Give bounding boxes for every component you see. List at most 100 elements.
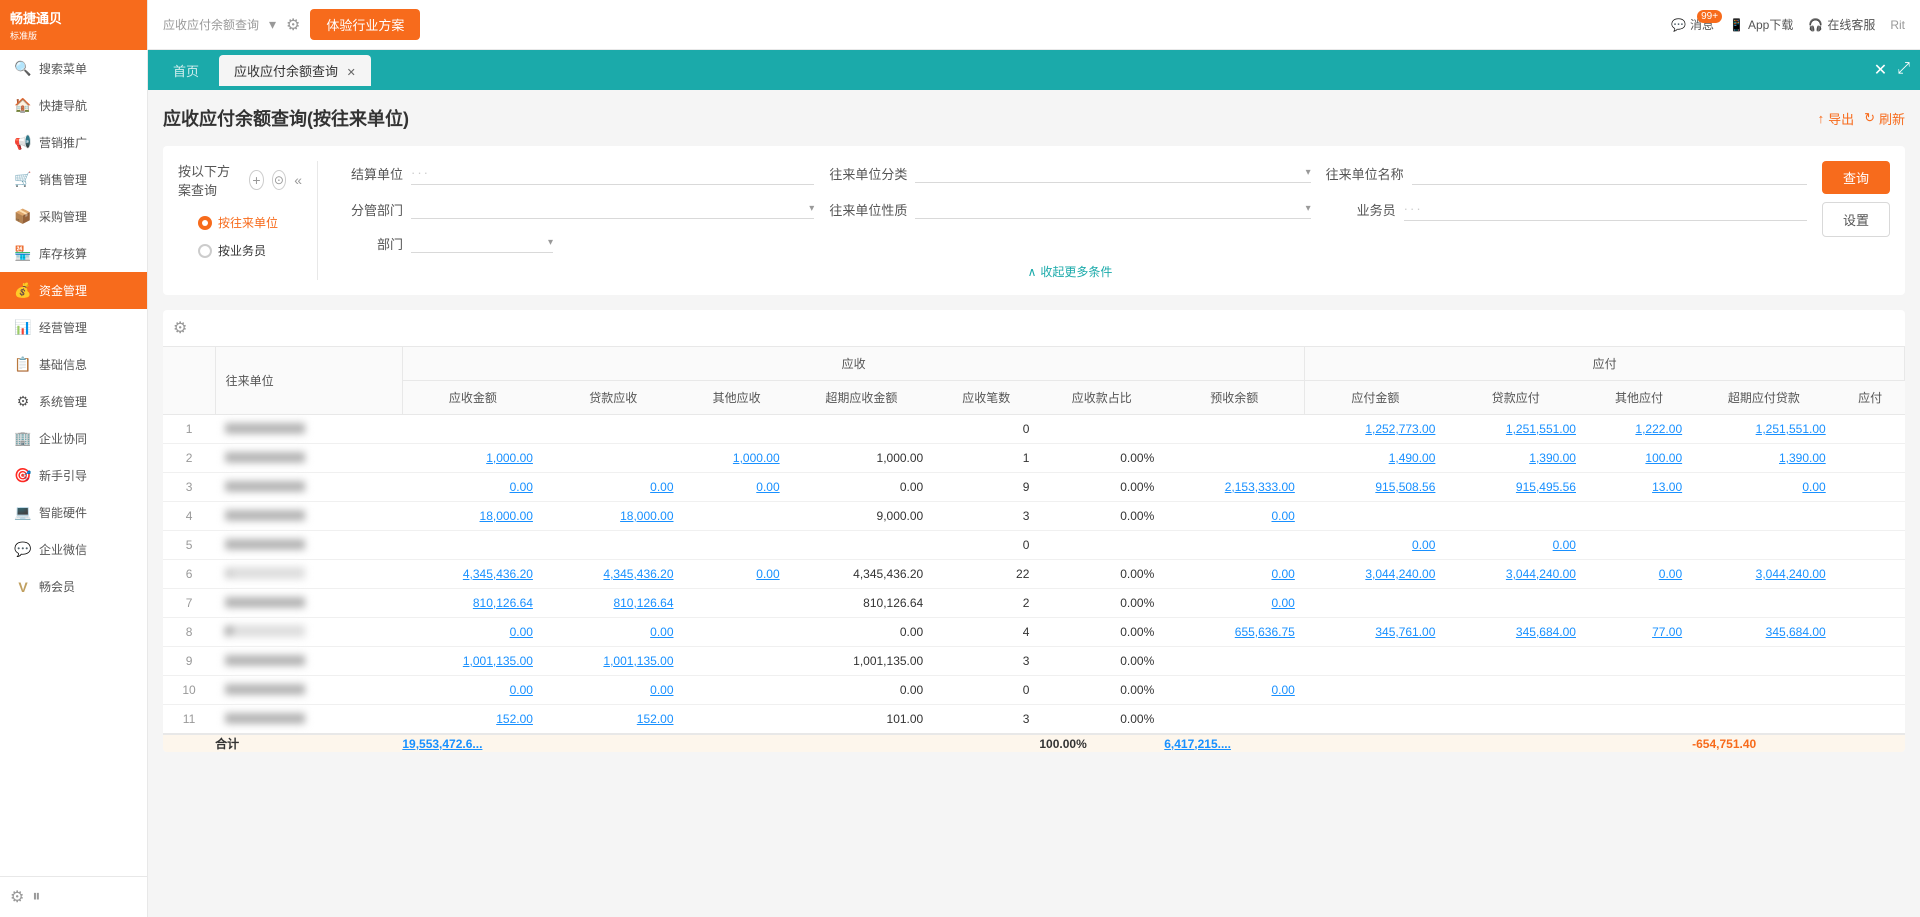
data-table: 往来单位 应收 应付 应收金额 贷款应收 其他应收 超期应收金额 应收笔数 应收… [163,347,1905,752]
sidebar-item-purchase[interactable]: 📦 采购管理 [0,198,147,235]
row-no: 10 [163,676,215,705]
filter-collapse-button[interactable]: « [294,172,302,188]
table-settings-icon[interactable]: ⚙ [173,318,187,338]
sidebar-item-label: 基础信息 [39,356,87,373]
partner-cat-label: 往来单位分类 [829,164,907,183]
tab-home-label: 首页 [173,64,199,79]
filter-rows: 结算单位 ··· 往来单位分类 ▾ [333,161,1807,253]
salesman-input[interactable]: ··· [1404,197,1807,221]
row-no: 1 [163,415,215,444]
salesman-label: 业务员 [1326,200,1396,219]
filter-right-btns: 查询 设置 [1822,161,1890,280]
app-download-btn[interactable]: 📱 App下载 [1729,16,1793,33]
query-button[interactable]: 查询 [1822,161,1890,194]
row-no: 3 [163,473,215,502]
smart-hw-icon: 💻 [15,505,31,521]
tab-icons: ✕ ⤢ [1874,60,1910,80]
operations-icon: 📊 [15,320,31,336]
sidebar-item-label: 智能硬件 [39,504,87,521]
tab-ar-ap[interactable]: 应收应付余额查询 ✕ [219,55,371,86]
settlement-unit-input[interactable]: ··· [411,161,814,185]
sidebar-item-guide[interactable]: 🎯 新手引导 [0,457,147,494]
export-label: 导出 [1828,109,1854,128]
table-toolbar: ⚙ [163,310,1905,347]
sidebar-item-label: 采购管理 [39,208,87,225]
sidebar-item-marketing[interactable]: 📢 营销推广 [0,124,147,161]
table-row: 11XXXXXXXXXX152.00152.00101.0030.00% [163,705,1905,735]
sidebar-item-operations[interactable]: 📊 经营管理 [0,309,147,346]
sidebar-item-smart-hw[interactable]: 💻 智能硬件 [0,494,147,531]
th-ar-other: 其他应收 [684,381,790,415]
dept-input[interactable]: ▾ [411,233,553,253]
row-partner: P [215,618,402,647]
page-actions: ↑ 导出 ↻ 刷新 [1818,109,1905,128]
row-partner: XXXXXXXXXX [215,502,402,531]
breadcrumb: 应收应付余额查询 [163,16,259,33]
row-partner: XXXXXXXXXX [215,415,402,444]
sidebar-settings-icon[interactable]: ⚙ [10,887,24,907]
main-content: 应收应付余额查询 ▾ ⚙ 体验行业方案 💬 消息 99+ 📱 App下载 🎧 在… [148,0,1920,917]
sidebar-item-enterprise[interactable]: 🏢 企业协同 [0,420,147,457]
filter-area: 按以下方案查询 + ⊙ « 按往来单位 [163,146,1905,295]
marketing-icon: 📢 [15,135,31,151]
sidebar-item-label: 搜索菜单 [39,60,87,77]
table-row: 4XXXXXXXXXX18,000.0018,000.009,000.0030.… [163,502,1905,531]
partner-name-input[interactable] [1412,161,1807,185]
row-no: 2 [163,444,215,473]
sidebar-item-basic-info[interactable]: 📋 基础信息 [0,346,147,383]
filter-group-partner-cat: 往来单位分类 ▾ [829,163,1310,183]
guide-icon: 🎯 [15,468,31,484]
th-ap-loan: 贷款应付 [1445,381,1586,415]
filter-group-partner-name: 往来单位名称 [1326,161,1807,185]
notice-btn[interactable]: 💬 消息 99+ [1671,16,1714,33]
tab-home[interactable]: 首页 [158,55,214,86]
tab-expand-icon[interactable]: ⤢ [1897,60,1910,80]
sidebar-item-search-menu[interactable]: 🔍 搜索菜单 [0,50,147,87]
filter-add-button[interactable]: + [249,170,264,190]
column-group-row: 往来单位 应收 应付 [163,347,1905,381]
branch-dept-input[interactable]: ▾ [411,199,814,219]
partner-category-input[interactable]: ▾ [915,163,1310,183]
footer-ar-amount[interactable]: 19,553,472.6... [402,734,543,752]
solution-button[interactable]: 体验行业方案 [310,9,420,40]
tab-close-all-icon[interactable]: ✕ [1874,60,1887,80]
th-no [163,347,215,415]
set-button[interactable]: 设置 [1822,202,1890,237]
page-content: 应收应付余额查询(按往来单位) ↑ 导出 ↻ 刷新 按以下方案查询 [148,90,1920,917]
export-button[interactable]: ↑ 导出 [1818,109,1855,128]
footer-prepay[interactable]: 6,417,215.... [1164,734,1305,752]
row-no: 11 [163,705,215,735]
tab-ar-ap-label: 应收应付余额查询 [234,64,338,79]
refresh-button[interactable]: ↻ 刷新 [1864,109,1905,128]
sidebar-item-quick-nav[interactable]: 🏠 快捷导航 [0,87,147,124]
filter-group-branch-dept: 分管部门 ▾ [333,199,814,219]
sidebar-item-system[interactable]: ⚙ 系统管理 [0,383,147,420]
schema-option-by-partner[interactable]: 按往来单位 [198,211,302,234]
service-btn[interactable]: 🎧 在线客服 [1808,16,1875,33]
sidebar-collapse-icon[interactable]: ⏸ [32,888,40,906]
table-body: 1XXXXXXXXXX01,252,773.001,251,551.001,22… [163,415,1905,735]
tab-close-icon[interactable]: ✕ [347,67,356,79]
row-partner: ~ [215,560,402,589]
row-no: 6 [163,560,215,589]
topbar-gear-icon[interactable]: ⚙ [286,15,300,35]
collapse-more-btn[interactable]: ∧ 收起更多条件 [333,263,1807,280]
schema-option-by-salesman[interactable]: 按业务员 [198,239,302,262]
table-row: 10XXXXXXXXXX0.000.000.0000.00%0.00 [163,676,1905,705]
partner-nature-input[interactable]: ▾ [915,199,1310,219]
schema-by-salesman-label: 按业务员 [218,242,266,259]
sidebar-item-sales[interactable]: 🛒 销售管理 [0,161,147,198]
topbar-dropdown-btn[interactable]: ▾ [269,16,276,33]
sidebar-item-wechat[interactable]: 💬 企业微信 [0,531,147,568]
sidebar-item-finance[interactable]: 💰 资金管理 [0,272,147,309]
th-ap-other: 其他应付 [1586,381,1692,415]
sidebar-item-inventory[interactable]: 🏪 库存核算 [0,235,147,272]
filter-schema-button[interactable]: ⊙ [272,170,287,190]
sidebar-item-vip[interactable]: V 畅会员 [0,568,147,605]
service-label: 在线客服 [1827,16,1875,33]
collapse-label: 收起更多条件 [1040,263,1112,280]
vip-icon: V [15,579,31,595]
filter-group-salesman: 业务员 ··· [1326,197,1807,221]
page-title: 应收应付余额查询(按往来单位) [163,105,409,131]
filter-row-3: 部门 ▾ [333,233,1807,253]
